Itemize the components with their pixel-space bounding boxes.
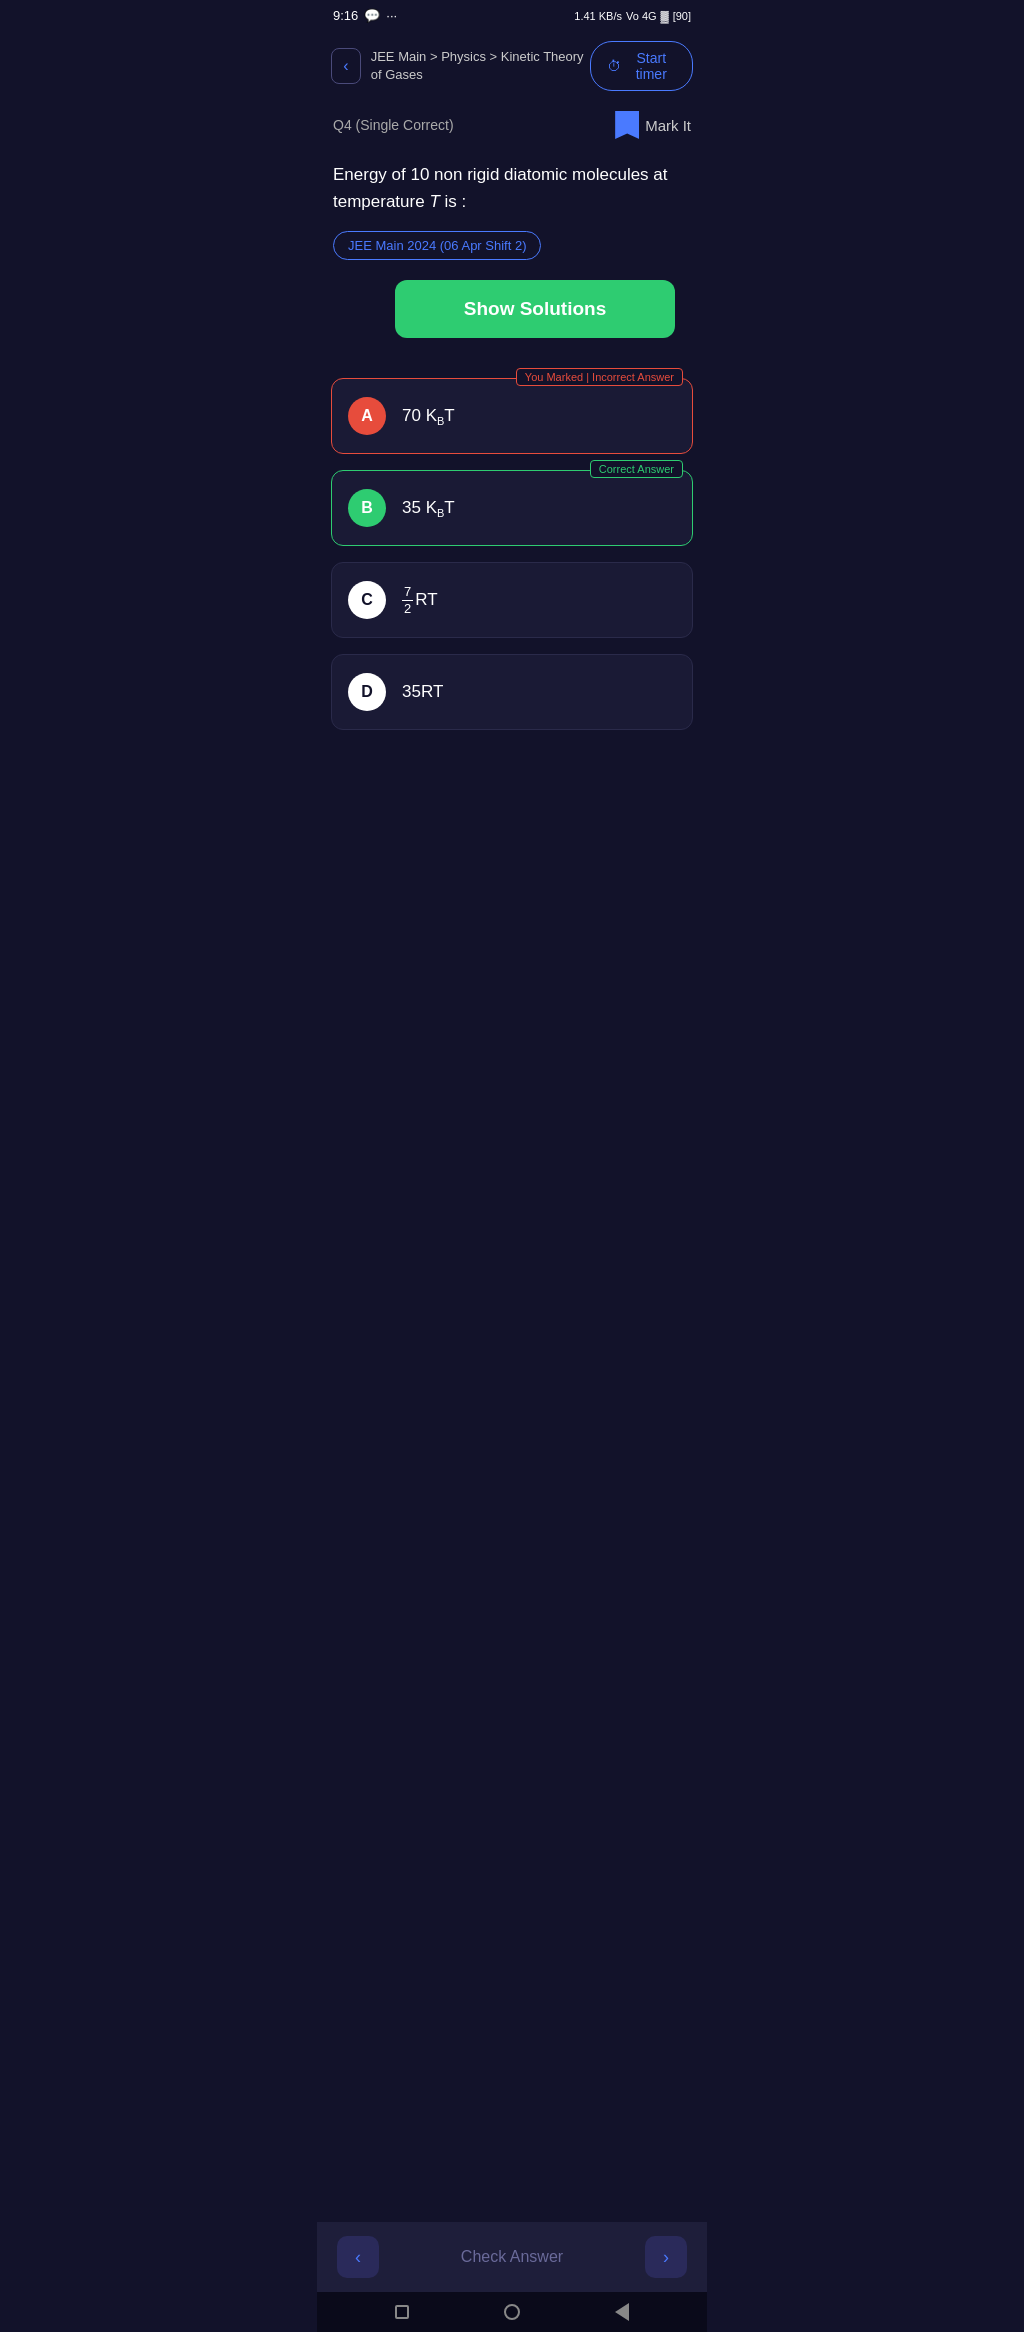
option-a-text: 70 KBT — [402, 406, 455, 427]
network-type: Vo 4G — [626, 10, 657, 22]
nav-left: ‹ JEE Main > Physics > Kinetic Theory of… — [331, 48, 590, 84]
nav-bar: ‹ JEE Main > Physics > Kinetic Theory of… — [317, 31, 707, 101]
option-d-text: 35RT — [402, 682, 443, 702]
option-b-wrapper: Correct Answer B 35 KBT — [331, 470, 693, 546]
question-text-main: Energy of 10 non rigid diatomic molecule… — [333, 165, 668, 211]
option-c-text: 7 2 RT — [402, 584, 438, 616]
option-d-circle: D — [348, 673, 386, 711]
incorrect-badge: You Marked | Incorrect Answer — [516, 368, 683, 386]
option-c-card[interactable]: C 7 2 RT — [331, 562, 693, 638]
mark-it-button[interactable]: Mark It — [615, 111, 691, 139]
show-solutions-button[interactable]: Show Solutions — [395, 280, 675, 338]
option-d-card[interactable]: D 35RT — [331, 654, 693, 730]
status-dots: ··· — [386, 8, 397, 23]
status-bar: 9:16 💬 ··· 1.41 KB/s Vo 4G ▓ [90] — [317, 0, 707, 31]
option-c-label: C — [361, 591, 373, 609]
option-b-label: B — [361, 499, 373, 517]
whatsapp-icon: 💬 — [364, 8, 380, 23]
question-meta: Q4 (Single Correct) Mark It — [317, 101, 707, 149]
battery-indicator: [90] — [673, 10, 691, 22]
fraction-7-2: 7 2 — [402, 584, 413, 616]
status-left: 9:16 💬 ··· — [333, 8, 397, 23]
timer-icon: ⏱ — [607, 58, 621, 74]
breadcrumb: JEE Main > Physics > Kinetic Theory of G… — [371, 48, 590, 84]
mark-it-label: Mark It — [645, 117, 691, 134]
options-container: You Marked | Incorrect Answer A 70 KBT C… — [317, 378, 707, 730]
option-b-circle: B — [348, 489, 386, 527]
back-icon: ‹ — [343, 57, 348, 75]
question-text: Energy of 10 non rigid diatomic molecule… — [317, 149, 707, 231]
option-a-card[interactable]: A 70 KBT — [331, 378, 693, 454]
option-d-wrapper: D 35RT — [331, 654, 693, 730]
option-c-circle: C — [348, 581, 386, 619]
back-button[interactable]: ‹ — [331, 48, 361, 84]
option-a-label: A — [361, 407, 373, 425]
network-speed: 1.41 KB/s — [574, 10, 622, 22]
option-c-wrapper: C 7 2 RT — [331, 562, 693, 638]
option-d-label: D — [361, 683, 373, 701]
question-label: Q4 (Single Correct) — [333, 117, 454, 133]
option-a-circle: A — [348, 397, 386, 435]
option-b-text: 35 KBT — [402, 498, 455, 519]
bookmark-icon — [615, 111, 639, 139]
signal-bars: ▓ — [661, 10, 669, 22]
start-timer-label: Start timer — [627, 50, 677, 82]
start-timer-button[interactable]: ⏱ Start timer — [590, 41, 694, 91]
option-a-wrapper: You Marked | Incorrect Answer A 70 KBT — [331, 378, 693, 454]
correct-badge: Correct Answer — [590, 460, 683, 478]
status-right: 1.41 KB/s Vo 4G ▓ [90] — [574, 10, 691, 22]
time: 9:16 — [333, 8, 358, 23]
question-tag: JEE Main 2024 (06 Apr Shift 2) — [333, 231, 541, 260]
option-b-card[interactable]: B 35 KBT — [331, 470, 693, 546]
